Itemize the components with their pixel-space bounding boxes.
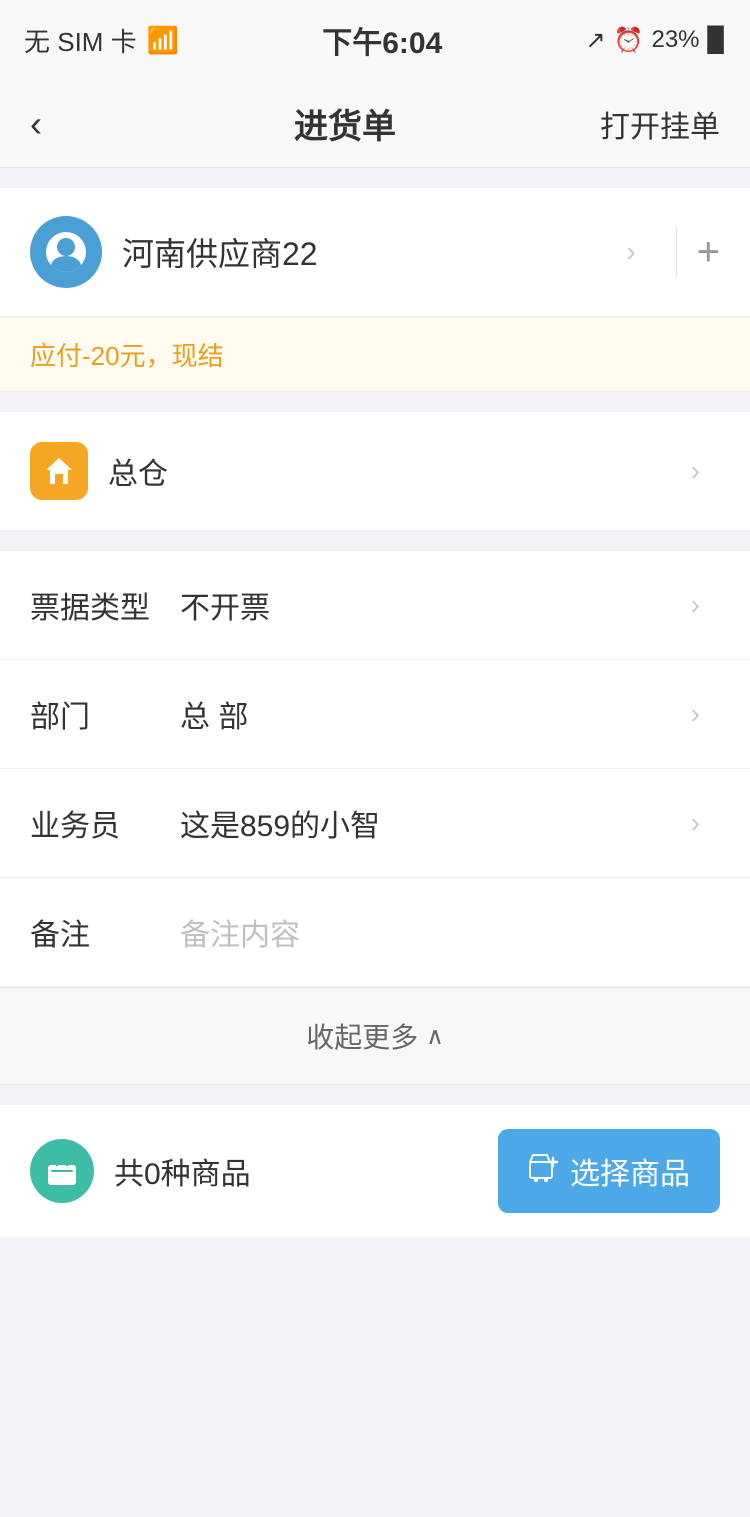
house-icon (42, 454, 76, 488)
invoice-type-row[interactable]: 票据类型 不开票 › (0, 551, 750, 660)
add-icon[interactable]: + (697, 230, 720, 275)
open-pending-button[interactable]: 打开挂单 (600, 102, 720, 146)
bottom-area (0, 1237, 750, 1517)
collapse-arrow-icon: ∧ (426, 1022, 444, 1051)
location-icon: ↗ (585, 26, 605, 55)
salesperson-chevron: › (691, 807, 700, 839)
form-card: 票据类型 不开票 › 部门 总 部 › 业务员 这是859的小智 › 备注 备注… (0, 551, 750, 987)
page-title: 进货单 (294, 99, 396, 148)
supplier-card: 河南供应商22 › + 应付-20元，现结 (0, 188, 750, 392)
department-chevron: › (691, 698, 700, 730)
wifi-icon: 📶 (147, 25, 179, 56)
status-bar: 无 SIM 卡 📶 下午6:04 ↗ ⏰ 23% ▉ (0, 0, 750, 80)
warehouse-icon-container (30, 442, 88, 500)
invoice-type-value: 不开票 (170, 583, 691, 627)
sim-label: 无 SIM 卡 (24, 22, 137, 59)
select-product-icon (528, 1154, 560, 1189)
alarm-icon: ⏰ (614, 26, 644, 55)
remark-label: 备注 (30, 910, 170, 954)
supplier-name: 河南供应商22 (122, 229, 626, 275)
vertical-divider (676, 227, 677, 277)
warehouse-card: 总仓 › (0, 412, 750, 531)
status-left: 无 SIM 卡 📶 (24, 22, 179, 59)
chevron-right-icon: › (626, 236, 635, 268)
main-content: 河南供应商22 › + 应付-20元，现结 总仓 › 票 (0, 168, 750, 1517)
avatar-person-icon (46, 232, 86, 272)
section-divider-2 (0, 392, 750, 412)
department-value: 总 部 (170, 692, 691, 736)
supplier-avatar (30, 216, 102, 288)
select-product-label: 选择商品 (570, 1149, 690, 1193)
battery-label: 23% (651, 26, 699, 54)
invoice-type-label: 票据类型 (30, 583, 170, 627)
nav-bar: ‹ 进货单 打开挂单 (0, 80, 750, 168)
supplier-row[interactable]: 河南供应商22 › + (0, 188, 750, 317)
select-product-button[interactable]: 选择商品 (498, 1129, 720, 1213)
status-time: 下午6:04 (322, 18, 442, 62)
remark-row[interactable]: 备注 备注内容 (0, 878, 750, 987)
back-button[interactable]: ‹ (30, 103, 90, 145)
product-footer: 共0种商品 选择商品 (0, 1105, 750, 1237)
shopping-bag-icon (44, 1153, 80, 1189)
notice-text: 应付-20元，现结 (30, 341, 224, 371)
product-count-label: 共0种商品 (114, 1149, 498, 1193)
cart-plus-icon (528, 1154, 560, 1182)
status-right: ↗ ⏰ 23% ▉ (585, 26, 726, 55)
product-icon-container (30, 1139, 94, 1203)
section-divider-3 (0, 531, 750, 551)
department-label: 部门 (30, 692, 170, 736)
remark-input[interactable]: 备注内容 (170, 910, 720, 954)
department-row[interactable]: 部门 总 部 › (0, 660, 750, 769)
warehouse-chevron-icon: › (691, 455, 700, 487)
salesperson-value: 这是859的小智 (170, 801, 691, 845)
warehouse-label: 总仓 (108, 449, 691, 493)
collapse-row[interactable]: 收起更多 ∧ (0, 987, 750, 1085)
salesperson-label: 业务员 (30, 801, 170, 845)
notice-bar: 应付-20元，现结 (0, 317, 750, 392)
warehouse-row[interactable]: 总仓 › (0, 412, 750, 531)
section-divider-top (0, 168, 750, 188)
invoice-type-chevron: › (691, 589, 700, 621)
collapse-text: 收起更多 (306, 1016, 418, 1056)
salesperson-row[interactable]: 业务员 这是859的小智 › (0, 769, 750, 878)
battery-icon: ▉ (708, 26, 726, 55)
